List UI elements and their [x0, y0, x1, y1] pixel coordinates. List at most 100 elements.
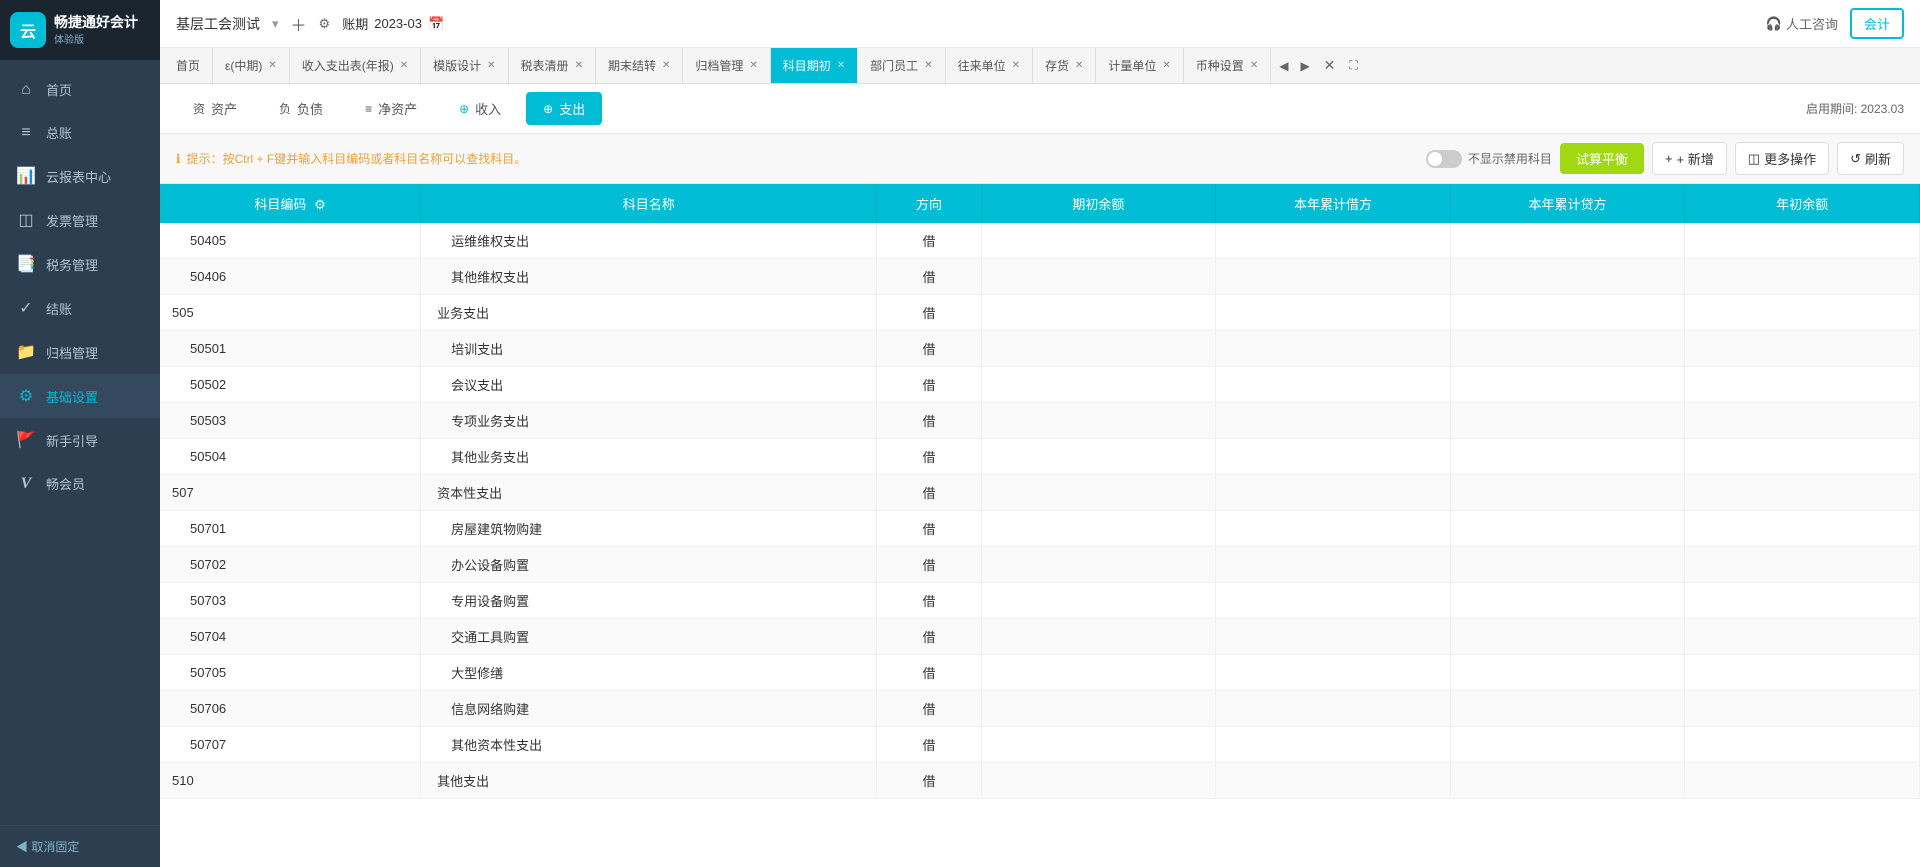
home-icon: ⌂ [16, 81, 36, 99]
cell-ytd-debit [1216, 691, 1451, 727]
tabs-prev-button[interactable]: ◀ [1275, 57, 1292, 75]
cell-ytd-debit [1216, 295, 1451, 331]
tab-home[interactable]: 首页 [164, 48, 213, 84]
sidebar-item-guide[interactable]: 🚩 新手引导 [0, 418, 160, 462]
tax-icon: 📑 [16, 254, 36, 274]
tab-close-icon[interactable]: ✕ [1162, 60, 1170, 71]
asset-icon: 资 [193, 100, 205, 117]
tab-unit-measure[interactable]: 计量单位 ✕ [1096, 48, 1183, 84]
sidebar-item-ledger[interactable]: ≡ 总账 [0, 111, 160, 154]
sidebar-item-label: 云报表中心 [46, 167, 111, 186]
table-row[interactable]: 507 资本性支出 借 [160, 475, 1920, 511]
table-row[interactable]: 50701 房屋建筑物购建 借 [160, 511, 1920, 547]
cell-year-opening [1685, 655, 1920, 691]
tab-archive[interactable]: 归档管理 ✕ [683, 48, 770, 84]
tab-close-icon[interactable]: ✕ [662, 60, 670, 71]
cell-name: 大型修缮 [421, 655, 877, 691]
table-row[interactable]: 50501 培训支出 借 [160, 331, 1920, 367]
workspace-settings-icon[interactable]: ⚙ [319, 16, 331, 32]
header-opening-balance: 期初余额 [981, 184, 1216, 223]
tab-interim[interactable]: ε(中期) ✕ [213, 48, 290, 84]
subtab-liability[interactable]: 负 负债 [262, 92, 340, 125]
sidebar-pin-toggle[interactable]: ◀ 取消固定 [0, 825, 160, 867]
tabs-expand-button[interactable]: ⛶ [1345, 56, 1361, 75]
cell-direction: 借 [877, 475, 981, 511]
table-row[interactable]: 50702 办公设备购置 借 [160, 547, 1920, 583]
cell-ytd-credit [1450, 691, 1685, 727]
table-row[interactable]: 50706 信息网络购建 借 [160, 691, 1920, 727]
table-row[interactable]: 50503 专项业务支出 借 [160, 403, 1920, 439]
tab-currency[interactable]: 币种设置 ✕ [1184, 48, 1271, 84]
sidebar-item-home[interactable]: ⌂ 首页 [0, 68, 160, 111]
table-row[interactable]: 50704 交通工具购置 借 [160, 619, 1920, 655]
cell-ytd-credit [1450, 223, 1685, 259]
tab-template[interactable]: 模版设计 ✕ [421, 48, 508, 84]
tab-close-icon[interactable]: ✕ [837, 60, 845, 71]
table-row[interactable]: 50406 其他维权支出 借 [160, 259, 1920, 295]
sidebar-item-settings[interactable]: ⚙ 基础设置 [0, 374, 160, 418]
column-settings-icon[interactable]: ⚙ [314, 197, 326, 212]
cell-name: 培训支出 [421, 331, 877, 367]
cell-year-opening [1685, 727, 1920, 763]
sidebar: 云 畅捷通好会计 体验版 ⌂ 首页 ≡ 总账 📊 云报表中心 ◫ 发票管理 📑 … [0, 0, 160, 867]
tab-dept[interactable]: 部门员工 ✕ [858, 48, 945, 84]
table-row[interactable]: 50703 专用设备购置 借 [160, 583, 1920, 619]
cell-direction: 借 [877, 763, 981, 799]
tab-period-end[interactable]: 期末结转 ✕ [596, 48, 683, 84]
tab-close-icon[interactable]: ✕ [1012, 60, 1020, 71]
tab-close-icon[interactable]: ✕ [749, 60, 757, 71]
disable-toggle[interactable]: 不显示禁用科目 [1426, 150, 1552, 168]
tab-tax[interactable]: 税表清册 ✕ [509, 48, 596, 84]
subtab-expenditure[interactable]: ⊕ 支出 [526, 92, 602, 125]
cell-year-opening [1685, 547, 1920, 583]
subtab-asset[interactable]: 资 资产 [176, 92, 254, 125]
help-button[interactable]: 🎧 人工咨询 [1766, 14, 1838, 33]
sidebar-item-member[interactable]: V 畅会员 [0, 462, 160, 505]
refresh-button[interactable]: ↺ 刷新 [1837, 142, 1904, 175]
table-row[interactable]: 505 业务支出 借 [160, 295, 1920, 331]
table-row[interactable]: 50705 大型修缮 借 [160, 655, 1920, 691]
cell-ytd-debit [1216, 763, 1451, 799]
tab-inventory[interactable]: 存货 ✕ [1033, 48, 1096, 84]
header-direction: 方向 [877, 184, 981, 223]
cell-name: 信息网络购建 [421, 691, 877, 727]
cell-year-opening [1685, 295, 1920, 331]
subtab-income[interactable]: ⊕ 收入 [442, 92, 518, 125]
toggle-track[interactable] [1426, 150, 1462, 168]
tab-close-icon[interactable]: ✕ [1250, 60, 1258, 71]
sidebar-item-archive[interactable]: 📁 归档管理 [0, 330, 160, 374]
table-row[interactable]: 50707 其他资本性支出 借 [160, 727, 1920, 763]
calendar-icon[interactable]: 📅 [428, 16, 444, 32]
table-row[interactable]: 50504 其他业务支出 借 [160, 439, 1920, 475]
add-workspace-button[interactable]: ＋ [291, 12, 307, 36]
page-content: 资 资产 负 负债 ≡ 净资产 ⊕ 收入 ⊕ 支出 启用期间: 2023.03 [160, 84, 1920, 867]
title-dropdown-icon[interactable]: ▾ [272, 16, 279, 32]
add-button[interactable]: + + 新增 [1652, 142, 1727, 175]
tab-close-icon[interactable]: ✕ [400, 60, 408, 71]
tabs-next-button[interactable]: ▶ [1296, 57, 1313, 75]
trial-balance-button[interactable]: 试算平衡 [1560, 143, 1644, 174]
tab-subject-init[interactable]: 科目期初 ✕ [771, 48, 858, 84]
sidebar-item-close[interactable]: ✓ 结账 [0, 286, 160, 330]
table-row[interactable]: 50502 会议支出 借 [160, 367, 1920, 403]
cell-code: 50503 [160, 403, 421, 439]
tab-close-icon[interactable]: ✕ [1075, 60, 1083, 71]
more-actions-button[interactable]: ◫ 更多操作 [1735, 142, 1829, 175]
tab-unit[interactable]: 往来单位 ✕ [946, 48, 1033, 84]
tabs-close-all-button[interactable]: ✕ [1318, 55, 1342, 76]
sidebar-item-tax[interactable]: 📑 税务管理 [0, 242, 160, 286]
tab-close-icon[interactable]: ✕ [575, 60, 583, 71]
sidebar-item-invoice[interactable]: ◫ 发票管理 [0, 198, 160, 242]
table-row[interactable]: 50405 运维维权支出 借 [160, 223, 1920, 259]
tab-income[interactable]: 收入支出表(年报) ✕ [290, 48, 421, 84]
cell-opening-balance [981, 727, 1216, 763]
tab-close-icon[interactable]: ✕ [924, 60, 932, 71]
subtab-net-asset[interactable]: ≡ 净资产 [348, 92, 434, 125]
tip-text: ℹ 提示：按Ctrl + F键并输入科目编码或者科目名称可以查找科目。 [176, 150, 526, 167]
sidebar-item-report[interactable]: 📊 云报表中心 [0, 154, 160, 198]
tab-close-icon[interactable]: ✕ [268, 60, 276, 71]
user-role-button[interactable]: 会计 [1850, 8, 1904, 39]
tab-close-icon[interactable]: ✕ [487, 60, 495, 71]
table-row[interactable]: 510 其他支出 借 [160, 763, 1920, 799]
cell-opening-balance [981, 511, 1216, 547]
